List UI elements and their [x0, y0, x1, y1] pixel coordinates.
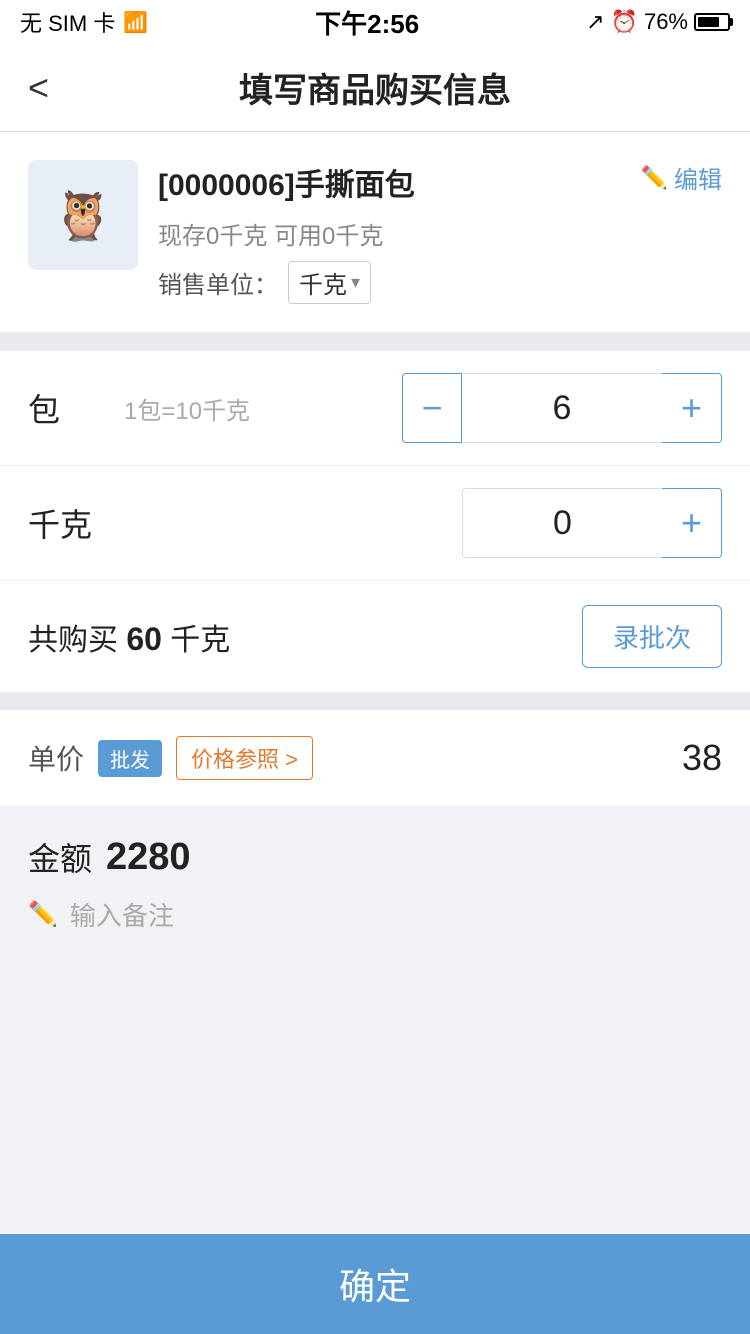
- carrier-text: 无 SIM 卡: [20, 6, 115, 38]
- status-carrier: 无 SIM 卡 📶: [20, 6, 148, 38]
- price-badge: 批发: [98, 740, 162, 777]
- unit-selector[interactable]: 千克 ▾: [288, 261, 371, 304]
- amount-label: 金额: [28, 834, 92, 880]
- status-right: ↗ ⏰ 76%: [586, 9, 730, 35]
- unit-value: 千克: [299, 265, 347, 300]
- record-batch-button[interactable]: 录批次: [582, 605, 722, 668]
- product-unit-row: 销售单位： 千克 ▾: [158, 261, 722, 304]
- confirm-bar[interactable]: 确定: [0, 1234, 750, 1334]
- purchase-total-row: 共购买 60 千克 录批次: [0, 581, 750, 692]
- amount-section: 金额 2280 ✏️ 输入备注: [0, 806, 750, 943]
- battery-bar: [694, 13, 730, 31]
- confirm-button[interactable]: 确定: [339, 1258, 411, 1310]
- kg-input-controls: +: [462, 488, 722, 558]
- page-title: 填写商品购买信息: [239, 63, 511, 112]
- edit-icon: ✏️: [641, 165, 668, 191]
- price-row: 单价 批发 价格参照 > 38: [28, 736, 722, 780]
- nav-bar: < 填写商品购买信息: [0, 44, 750, 132]
- kg-quantity-input[interactable]: [462, 488, 662, 558]
- product-thumb-icon: 🦉: [53, 187, 113, 244]
- unit-label: 销售单位：: [158, 265, 278, 300]
- bag-input-row: 包 1包=10千克 − +: [0, 351, 750, 466]
- wifi-icon: 📶: [123, 10, 148, 35]
- bag-sublabel: 1包=10千克: [124, 391, 386, 426]
- remark-icon: ✏️: [28, 900, 58, 929]
- bag-increment-button[interactable]: +: [662, 373, 722, 443]
- kg-increment-button[interactable]: +: [662, 488, 722, 558]
- price-label: 单价: [28, 738, 84, 778]
- remark-placeholder: 输入备注: [70, 896, 174, 933]
- product-stock: 现存0千克 可用0千克: [158, 216, 722, 251]
- purchase-amount: 60: [126, 621, 162, 657]
- alarm-icon: ⏰: [611, 9, 638, 35]
- edit-button[interactable]: ✏️ 编辑: [641, 160, 722, 195]
- bag-input-controls: − +: [402, 373, 722, 443]
- kg-input-row: 千克 +: [0, 466, 750, 581]
- status-time: 下午2:56: [315, 4, 419, 41]
- purchase-prefix: 共购买: [28, 624, 118, 657]
- product-name: [0000006]手撕面包: [158, 160, 722, 204]
- battery-fill: [698, 17, 719, 27]
- price-ref-label: 价格参照 >: [191, 742, 298, 774]
- battery-percent: 76%: [644, 9, 688, 35]
- input-section: 包 1包=10千克 − + 千克 + 共购买 60 千克 录批次: [0, 351, 750, 692]
- purchase-unit: 千克: [170, 624, 230, 657]
- content-spacer: [0, 943, 750, 1223]
- purchase-total-text: 共购买 60 千克: [28, 615, 230, 659]
- product-thumbnail: 🦉: [28, 160, 138, 270]
- section-divider-1: [0, 333, 750, 351]
- edit-label: 编辑: [674, 160, 722, 195]
- price-reference-button[interactable]: 价格参照 >: [176, 736, 313, 780]
- bag-label: 包: [28, 385, 108, 431]
- back-button[interactable]: <: [28, 67, 49, 109]
- remark-row[interactable]: ✏️ 输入备注: [28, 896, 722, 933]
- price-section: 单价 批发 价格参照 > 38: [0, 692, 750, 806]
- amount-value: 2280: [106, 836, 191, 879]
- price-value: 38: [682, 737, 722, 779]
- location-icon: ↗: [586, 9, 604, 35]
- status-bar: 无 SIM 卡 📶 下午2:56 ↗ ⏰ 76%: [0, 0, 750, 44]
- bag-quantity-input[interactable]: [462, 373, 662, 443]
- unit-chevron-icon: ▾: [351, 272, 360, 293]
- amount-row: 金额 2280: [28, 834, 722, 880]
- kg-label: 千克: [28, 500, 108, 546]
- product-card: 🦉 [0000006]手撕面包 现存0千克 可用0千克 销售单位： 千克 ▾ ✏…: [0, 132, 750, 333]
- product-info: [0000006]手撕面包 现存0千克 可用0千克 销售单位： 千克 ▾: [158, 160, 722, 304]
- bag-decrement-button[interactable]: −: [402, 373, 462, 443]
